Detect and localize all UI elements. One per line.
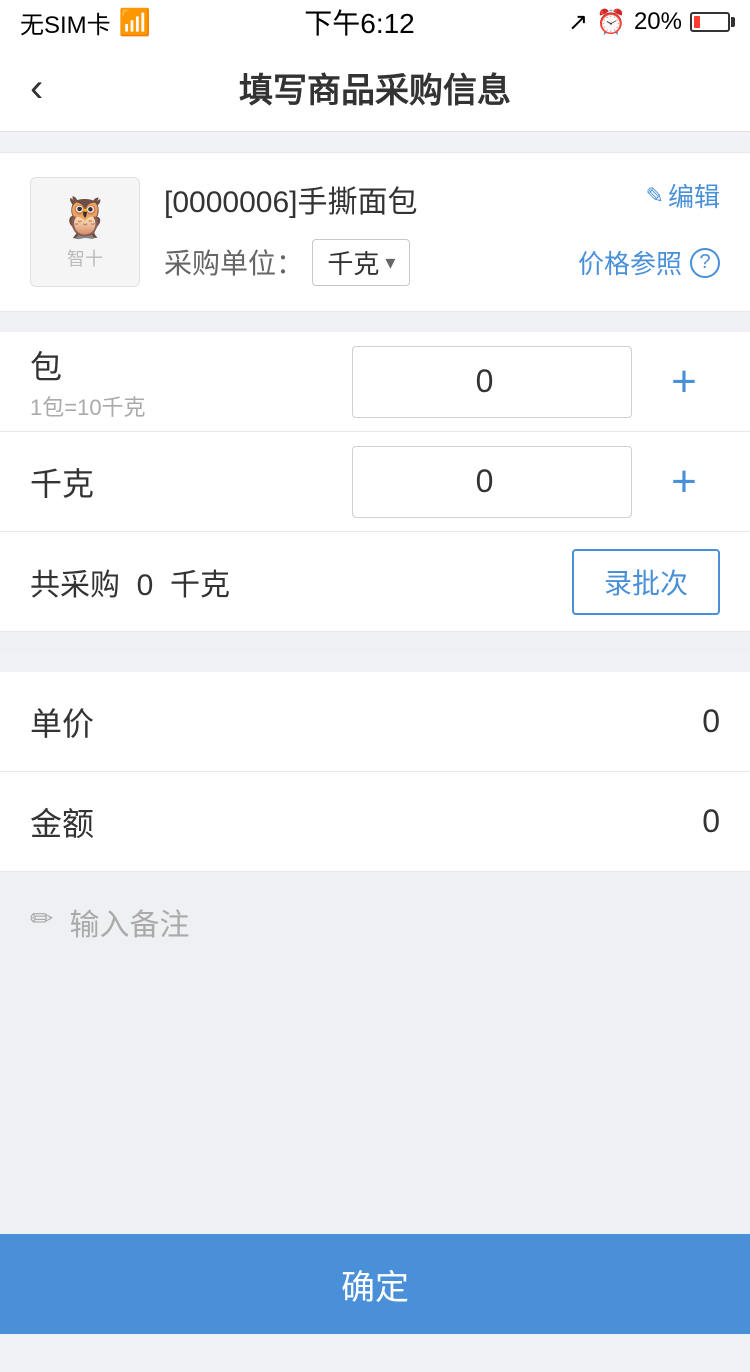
owl-icon: 🦉	[60, 194, 110, 241]
kg-input-group: +	[190, 446, 720, 518]
price-ref-label: 价格参照	[578, 244, 682, 281]
unit-price-value: 0	[702, 703, 720, 740]
amount-label: 金额	[30, 799, 94, 845]
location-icon: ↗	[568, 8, 588, 37]
confirm-bar: 确定	[0, 1234, 750, 1334]
section-divider-2	[0, 632, 750, 652]
page-title: 填写商品采购信息	[239, 63, 511, 112]
product-name: [0000006]手撕面包	[164, 177, 417, 221]
back-button[interactable]: ‹	[30, 68, 43, 108]
help-icon: ?	[690, 248, 720, 278]
summary-value: 0	[137, 569, 154, 602]
battery-text: 20%	[634, 8, 682, 36]
product-unit-row: 采购单位： 千克 ▾ 价格参照 ?	[164, 239, 720, 286]
chevron-down-icon: ▾	[385, 250, 395, 275]
status-left: 无SIM卡 📶	[20, 5, 151, 40]
kg-quantity-input[interactable]	[352, 446, 632, 518]
confirm-button[interactable]: 确定	[0, 1234, 750, 1334]
product-thumbnail: 🦉 智十	[30, 177, 140, 287]
product-info: [0000006]手撕面包 ✎ 编辑 采购单位： 千克 ▾ 价格参照 ?	[164, 177, 720, 286]
bag-label-group: 包 1包=10千克	[30, 342, 190, 422]
bag-quantity-input[interactable]	[352, 346, 632, 418]
pencil-icon: ✏	[30, 902, 53, 935]
amount-row: 金额 0	[0, 772, 750, 872]
bag-sub-label: 1包=10千克	[30, 390, 190, 422]
edit-button[interactable]: ✎ 编辑	[646, 177, 720, 214]
bag-label: 包	[30, 342, 190, 388]
edit-icon: ✎	[646, 183, 664, 209]
nav-bar: ‹ 填写商品采购信息	[0, 44, 750, 132]
unit-price-row: 单价 0	[0, 672, 750, 772]
status-bar: 无SIM卡 📶 下午6:12 ↗ ⏰ 20%	[0, 0, 750, 44]
status-right: ↗ ⏰ 20%	[568, 8, 730, 37]
unit-label: 采购单位：	[164, 248, 304, 279]
product-card: 🦉 智十 [0000006]手撕面包 ✎ 编辑 采购单位： 千克 ▾ 价格参照	[0, 152, 750, 312]
kg-label-group: 千克	[30, 459, 190, 505]
unit-value: 千克	[327, 244, 379, 281]
product-header: [0000006]手撕面包 ✎ 编辑	[164, 177, 720, 221]
note-placeholder: 输入备注	[69, 900, 189, 944]
price-ref-button[interactable]: 价格参照 ?	[578, 244, 720, 281]
alarm-icon: ⏰	[596, 8, 626, 37]
bag-input-group: +	[190, 346, 720, 418]
kg-label: 千克	[30, 459, 190, 505]
unit-row-left: 采购单位： 千克 ▾	[164, 239, 410, 286]
batch-button[interactable]: 录批次	[572, 549, 720, 615]
section-divider-1	[0, 312, 750, 332]
kg-plus-button[interactable]: +	[648, 446, 720, 518]
bag-row: 包 1包=10千克 +	[0, 332, 750, 432]
note-section[interactable]: ✏ 输入备注	[0, 872, 750, 1272]
edit-label: 编辑	[668, 177, 720, 214]
battery-fill	[694, 16, 700, 28]
summary-row: 共采购 0 千克 录批次	[0, 532, 750, 632]
kg-row: 千克 +	[0, 432, 750, 532]
carrier-text: 无SIM卡	[20, 5, 111, 40]
summary-unit: 千克	[170, 569, 230, 602]
product-id: [0000006]	[164, 186, 297, 219]
bag-plus-button[interactable]: +	[648, 346, 720, 418]
status-time: 下午6:12	[304, 2, 415, 42]
battery-icon	[690, 12, 730, 32]
form-section: 包 1包=10千克 + 千克 + 共采购 0 千克 录批次	[0, 332, 750, 632]
info-section: 单价 0 金额 0	[0, 672, 750, 872]
thumb-label: 智十	[67, 245, 103, 271]
unit-price-label: 单价	[30, 699, 94, 745]
amount-value: 0	[702, 803, 720, 840]
summary-text: 共采购 0 千克	[30, 560, 230, 604]
wifi-icon: 📶	[119, 7, 151, 38]
product-name-text: 手撕面包	[297, 186, 417, 219]
summary-label: 共采购	[30, 569, 120, 602]
unit-select[interactable]: 千克 ▾	[312, 239, 410, 286]
